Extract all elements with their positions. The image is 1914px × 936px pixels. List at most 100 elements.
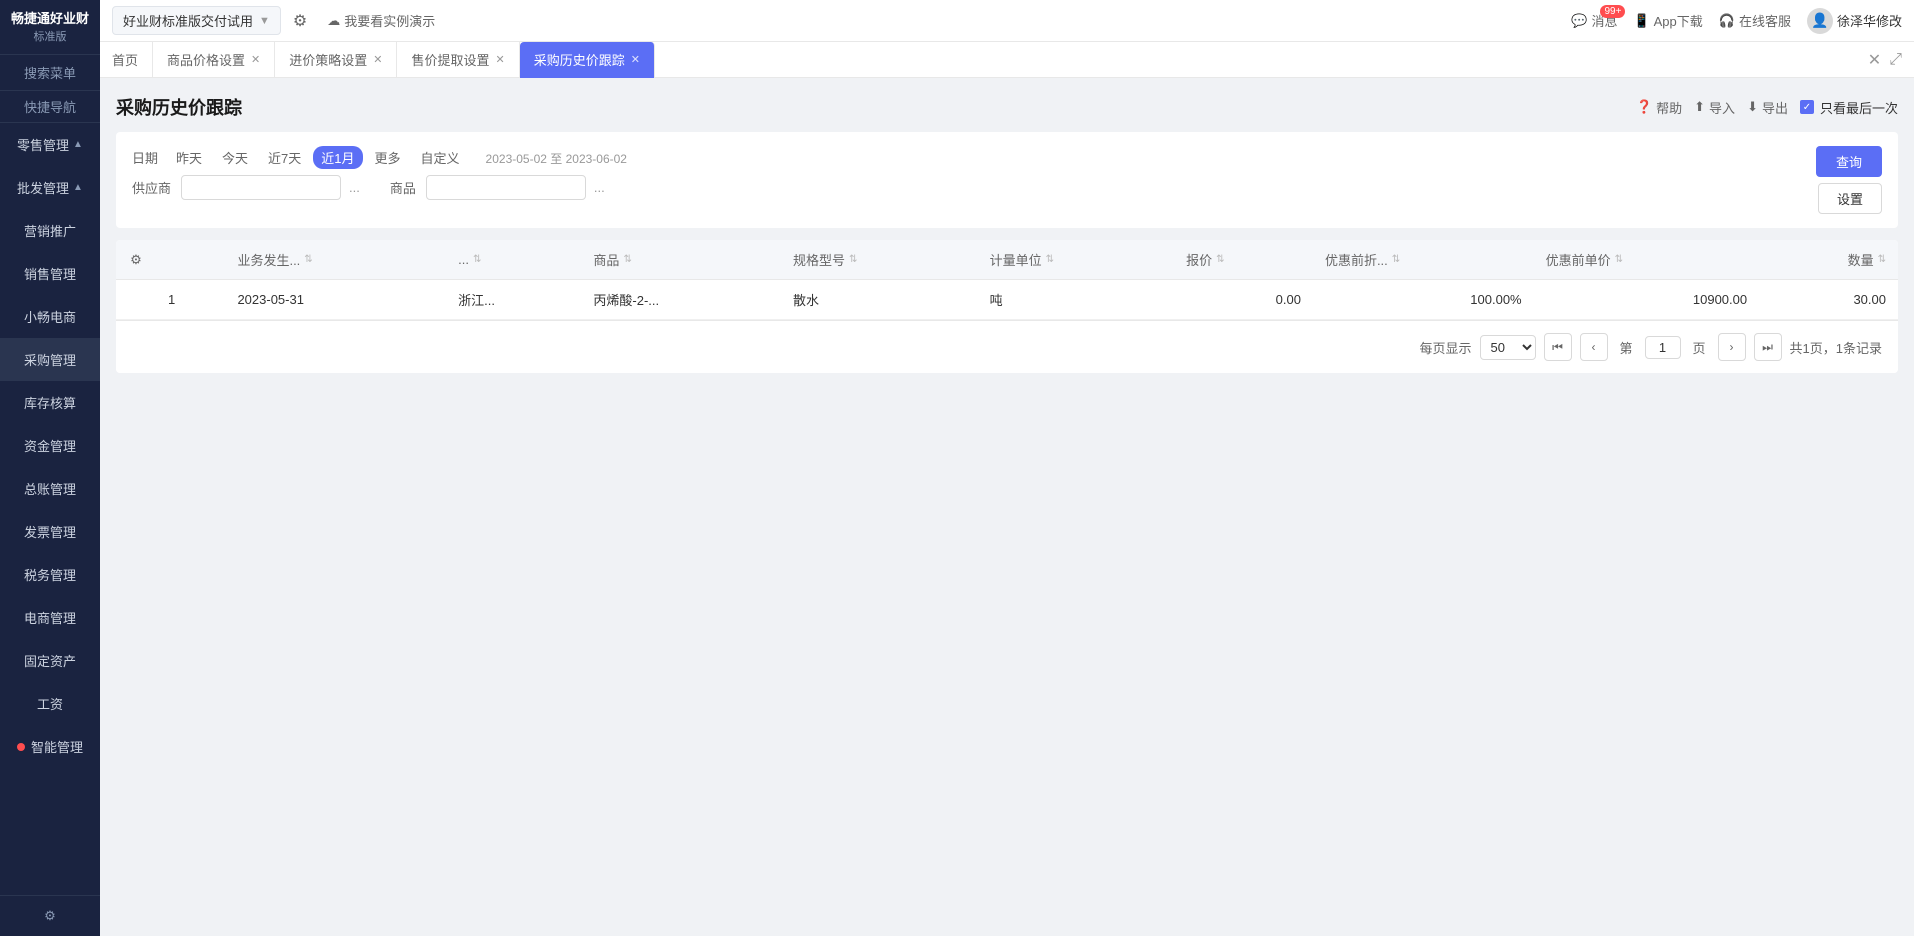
sidebar-item-ledger[interactable]: 总账管理: [0, 467, 100, 510]
page-title: 采购历史价跟踪: [116, 94, 242, 120]
tab-purchase-strategy-close[interactable]: ✕: [373, 53, 382, 66]
table-row[interactable]: 1 2023-05-31 浙江... 丙烯酸-2-... 散水 吨 0.00 1…: [116, 280, 1898, 320]
demo-link[interactable]: ☁ 我要看实例演示: [327, 11, 435, 30]
export-button[interactable]: ⬇ 导出: [1747, 98, 1788, 117]
filter-actions: 查询 设置: [1816, 146, 1882, 214]
col-gear[interactable]: ⚙: [116, 240, 156, 280]
online-service-button[interactable]: 🎧 在线客服: [1719, 11, 1791, 30]
sidebar-item-ecommerce[interactable]: 电商管理: [0, 596, 100, 639]
page-number-input[interactable]: [1645, 336, 1681, 359]
sidebar-nav[interactable]: 快捷导航: [0, 91, 100, 123]
tab-purchase-strategy[interactable]: 进价策略设置 ✕: [275, 42, 397, 78]
main-area: 好业财标准版交付试用 ▼ ⚙ ☁ 我要看实例演示 💬 消息 99+ 📱 App下…: [100, 0, 1914, 936]
tabbar: 首页 商品价格设置 ✕ 进价策略设置 ✕ 售价提取设置 ✕ 采购历史价跟踪 ✕ …: [100, 42, 1914, 78]
first-page-button[interactable]: ⏮: [1544, 333, 1572, 361]
sidebar-item-inventory[interactable]: 库存核算: [0, 381, 100, 424]
topbar: 好业财标准版交付试用 ▼ ⚙ ☁ 我要看实例演示 💬 消息 99+ 📱 App下…: [100, 0, 1914, 42]
page-size-select[interactable]: 50 10 20 100: [1480, 335, 1536, 360]
col-price[interactable]: 报价 ⇅: [1174, 240, 1313, 280]
tab-product-price-close[interactable]: ✕: [251, 53, 260, 66]
user-menu[interactable]: 👤 徐泽华修改: [1807, 8, 1902, 34]
last-page-button[interactable]: ⏭: [1754, 333, 1782, 361]
sort-more-icon: ⇅: [473, 254, 481, 265]
sidebar-settings[interactable]: ⚙: [0, 895, 100, 936]
tab-sale-price-extract-close[interactable]: ✕: [496, 53, 505, 66]
col-date[interactable]: 业务发生... ⇅: [225, 240, 446, 280]
tabbar-window-actions: ✕ ⤢: [1868, 50, 1902, 70]
sidebar-item-purchase[interactable]: 采购管理: [0, 338, 100, 381]
product-input[interactable]: [426, 175, 586, 200]
supplier-ellipsis[interactable]: ...: [349, 180, 360, 195]
sidebar-item-invoice[interactable]: 发票管理: [0, 510, 100, 553]
expand-window-icon[interactable]: ⤢: [1889, 51, 1902, 69]
tab-purchase-history-close[interactable]: ✕: [631, 53, 640, 66]
avatar: 👤: [1807, 8, 1833, 34]
sidebar-item-sales[interactable]: 销售管理: [0, 252, 100, 295]
version-label: 好业财标准版交付试用: [123, 11, 253, 30]
tab-purchase-history[interactable]: 采购历史价跟踪 ✕: [520, 42, 655, 78]
service-label: 在线客服: [1739, 11, 1791, 30]
sidebar: 畅捷通好业财 标准版 搜索菜单 快捷导航 零售管理 ▲ 批发管理 ▲ 营销推广 …: [0, 0, 100, 936]
sidebar-item-ecommerce-small[interactable]: 小畅电商: [0, 295, 100, 338]
data-table: ⚙ 业务发生... ⇅ ... ⇅: [116, 240, 1898, 373]
page-label-suffix: 页: [1693, 338, 1706, 357]
supplier-input[interactable]: [181, 175, 341, 200]
topbar-right: 💬 消息 99+ 📱 App下载 🎧 在线客服 👤 徐泽华修改: [1571, 8, 1902, 34]
col-index: [156, 240, 225, 280]
date-btn-1month[interactable]: 近1月: [313, 146, 362, 169]
app-label: App下载: [1654, 11, 1703, 30]
product-ellipsis[interactable]: ...: [594, 180, 605, 195]
col-quantity[interactable]: 数量 ⇅: [1759, 240, 1898, 280]
settings-button[interactable]: 设置: [1818, 183, 1882, 214]
sidebar-item-tax[interactable]: 税务管理: [0, 553, 100, 596]
date-btn-more[interactable]: 更多: [367, 146, 409, 169]
product-input-group: ...: [426, 175, 605, 200]
date-btn-7days[interactable]: 近7天: [260, 146, 309, 169]
date-btn-today[interactable]: 今天: [214, 146, 256, 169]
prev-page-button[interactable]: ‹: [1580, 333, 1608, 361]
last-only-checkbox[interactable]: 只看最后一次: [1800, 98, 1898, 117]
col-spec[interactable]: 规格型号 ⇅: [781, 240, 978, 280]
retail-arrow: ▲: [73, 139, 83, 150]
sidebar-item-wholesale[interactable]: 批发管理 ▲: [0, 166, 100, 209]
sidebar-item-marketing[interactable]: 营销推广: [0, 209, 100, 252]
sidebar-item-smart[interactable]: 智能管理: [0, 725, 100, 768]
help-button[interactable]: ❓ 帮助: [1636, 98, 1682, 117]
next-page-button[interactable]: ›: [1718, 333, 1746, 361]
col-more[interactable]: ... ⇅: [446, 240, 581, 280]
cell-gear: [116, 280, 156, 320]
cell-more: 浙江...: [446, 280, 581, 320]
app-download-button[interactable]: 📱 App下载: [1633, 11, 1702, 30]
sidebar-item-retail[interactable]: 零售管理 ▲: [0, 123, 100, 166]
topbar-settings-icon[interactable]: ⚙: [289, 7, 311, 35]
version-selector[interactable]: 好业财标准版交付试用 ▼: [112, 6, 281, 35]
tab-home[interactable]: 首页: [112, 42, 153, 78]
cell-discount: 100.00%: [1313, 280, 1534, 320]
sidebar-item-funds[interactable]: 资金管理: [0, 424, 100, 467]
col-product[interactable]: 商品 ⇅: [581, 240, 781, 280]
tab-sale-price-extract[interactable]: 售价提取设置 ✕: [397, 42, 519, 78]
import-button[interactable]: ⬆ 导入: [1694, 98, 1735, 117]
date-btn-custom[interactable]: 自定义: [413, 146, 468, 169]
wholesale-arrow: ▲: [73, 182, 83, 193]
smart-dot: [17, 743, 25, 751]
col-original-price[interactable]: 优惠前单价 ⇅: [1534, 240, 1760, 280]
close-window-icon[interactable]: ✕: [1868, 50, 1881, 70]
query-button[interactable]: 查询: [1816, 146, 1882, 177]
message-button[interactable]: 💬 消息 99+: [1571, 11, 1617, 30]
cell-index: 1: [156, 280, 225, 320]
demo-label: 我要看实例演示: [344, 11, 435, 30]
sidebar-item-salary[interactable]: 工资: [0, 682, 100, 725]
supplier-label: 供应商: [132, 178, 171, 197]
tab-product-price[interactable]: 商品价格设置 ✕: [153, 42, 275, 78]
col-discount[interactable]: 优惠前折... ⇅: [1313, 240, 1534, 280]
col-unit[interactable]: 计量单位 ⇅: [978, 240, 1175, 280]
sidebar-item-fixed-assets[interactable]: 固定资产: [0, 639, 100, 682]
date-label: 日期: [132, 148, 158, 167]
cell-price: 0.00: [1174, 280, 1313, 320]
total-info: 共1页，1条记录: [1790, 338, 1882, 357]
date-btn-yesterday[interactable]: 昨天: [168, 146, 210, 169]
cell-original-price: 10900.00: [1534, 280, 1760, 320]
sort-unit-icon: ⇅: [1046, 254, 1054, 265]
sidebar-search[interactable]: 搜索菜单: [0, 55, 100, 91]
